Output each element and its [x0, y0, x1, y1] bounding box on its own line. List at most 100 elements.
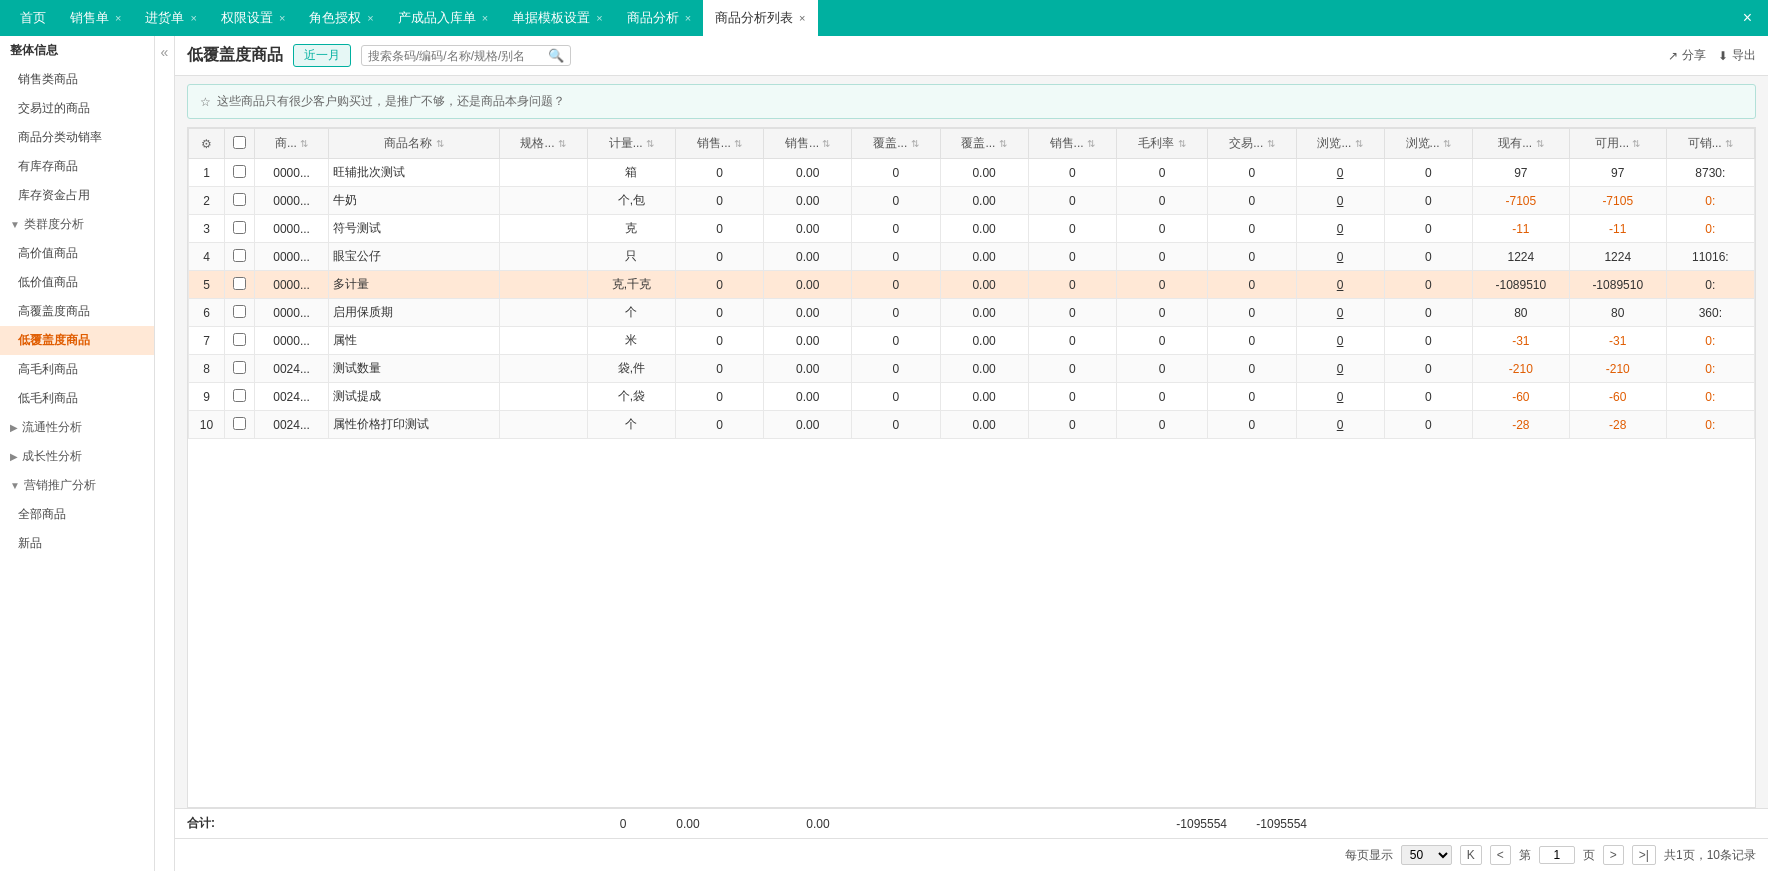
table-row[interactable]: 10 0024... 属性价格打印测试 个 0 0.00 0 0.00 0 0 … [189, 411, 1755, 439]
nav-permissions[interactable]: 权限设置 × [209, 0, 297, 36]
th-checkbox[interactable] [225, 129, 255, 159]
nav-analysis[interactable]: 商品分析 × [615, 0, 703, 36]
th-browse2[interactable]: 浏览... ⇅ [1384, 129, 1472, 159]
prev-page-button[interactable]: < [1490, 845, 1511, 865]
first-page-button[interactable]: K [1460, 845, 1482, 865]
table-row[interactable]: 1 0000... 旺辅批次测试 箱 0 0.00 0 0.00 0 0 0 0… [189, 159, 1755, 187]
sidebar-item-stock-capital[interactable]: 库存资金占用 [0, 181, 154, 210]
cell-checkbox[interactable] [225, 383, 255, 411]
th-cover1[interactable]: 覆盖... ⇅ [852, 129, 940, 159]
sidebar-section-overall[interactable]: 整体信息 [0, 36, 154, 65]
cell-name[interactable]: 多计量 [329, 271, 499, 299]
select-all-checkbox[interactable] [233, 136, 246, 149]
sidebar-group-flow[interactable]: ▶ 流通性分析 [0, 413, 154, 442]
cell-browse1[interactable]: 0 [1296, 355, 1384, 383]
cell-checkbox[interactable] [225, 299, 255, 327]
sidebar-item-category-rate[interactable]: 商品分类动销率 [0, 123, 154, 152]
table-row[interactable]: 5 0000... 多计量 克,千克 0 0.00 0 0.00 0 0 0 0… [189, 271, 1755, 299]
sidebar-item-high-coverage[interactable]: 高覆盖度商品 [0, 297, 154, 326]
nav-analysis-close[interactable]: × [685, 12, 691, 24]
cell-name[interactable]: 符号测试 [329, 215, 499, 243]
cell-name[interactable]: 测试提成 [329, 383, 499, 411]
sidebar-item-high-value[interactable]: 高价值商品 [0, 239, 154, 268]
cell-name[interactable]: 启用保质期 [329, 299, 499, 327]
search-box[interactable]: 🔍 [361, 45, 571, 66]
last-page-button[interactable]: >| [1632, 845, 1656, 865]
table-row[interactable]: 6 0000... 启用保质期 个 0 0.00 0 0.00 0 0 0 0 … [189, 299, 1755, 327]
nav-purchase-close[interactable]: × [190, 12, 196, 24]
search-input[interactable] [368, 49, 548, 63]
table-row[interactable]: 9 0024... 测试提成 个,袋 0 0.00 0 0.00 0 0 0 0… [189, 383, 1755, 411]
current-page-input[interactable] [1539, 846, 1575, 864]
row-checkbox[interactable] [233, 165, 246, 178]
cell-browse1[interactable]: 0 [1296, 243, 1384, 271]
row-checkbox[interactable] [233, 305, 246, 318]
th-trade[interactable]: 交易... ⇅ [1208, 129, 1296, 159]
cell-checkbox[interactable] [225, 327, 255, 355]
cell-name[interactable]: 牛奶 [329, 187, 499, 215]
nav-purchase[interactable]: 进货单 × [133, 0, 208, 36]
table-row[interactable]: 4 0000... 眼宝公仔 只 0 0.00 0 0.00 0 0 0 0 0… [189, 243, 1755, 271]
th-margin[interactable]: 毛利率 ⇅ [1116, 129, 1207, 159]
row-checkbox[interactable] [233, 277, 246, 290]
cell-browse1[interactable]: 0 [1296, 215, 1384, 243]
cell-name[interactable]: 眼宝公仔 [329, 243, 499, 271]
page-size-select[interactable]: 10 20 50 100 [1401, 845, 1452, 865]
th-stock-sale[interactable]: 可销... ⇅ [1666, 129, 1754, 159]
sidebar-item-high-margin[interactable]: 高毛利商品 [0, 355, 154, 384]
sidebar-group-quality[interactable]: ▼ 类群度分析 [0, 210, 154, 239]
nav-roles-close[interactable]: × [367, 12, 373, 24]
sidebar-item-low-coverage[interactable]: 低覆盖度商品 [0, 326, 154, 355]
th-sales3[interactable]: 销售... ⇅ [1028, 129, 1116, 159]
window-close-icon[interactable]: × [1735, 9, 1760, 27]
cell-browse1[interactable]: 0 [1296, 271, 1384, 299]
sidebar-group-growth[interactable]: ▶ 成长性分析 [0, 442, 154, 471]
th-sales-amt[interactable]: 销售... ⇅ [764, 129, 852, 159]
th-name[interactable]: 商品名称 ⇅ [329, 129, 499, 159]
nav-home[interactable]: 首页 [8, 0, 58, 36]
row-checkbox[interactable] [233, 389, 246, 402]
cell-checkbox[interactable] [225, 411, 255, 439]
th-cover2[interactable]: 覆盖... ⇅ [940, 129, 1028, 159]
cell-name[interactable]: 旺辅批次测试 [329, 159, 499, 187]
nav-permissions-close[interactable]: × [279, 12, 285, 24]
cell-browse1[interactable]: 0 [1296, 327, 1384, 355]
nav-analysis-list-close[interactable]: × [799, 12, 805, 24]
cell-browse1[interactable]: 0 [1296, 383, 1384, 411]
sidebar-collapse-btn[interactable]: « [155, 36, 175, 871]
table-row[interactable]: 8 0024... 测试数量 袋,件 0 0.00 0 0.00 0 0 0 0… [189, 355, 1755, 383]
nav-sales[interactable]: 销售单 × [58, 0, 133, 36]
sidebar-item-new-goods[interactable]: 新品 [0, 529, 154, 558]
cell-name[interactable]: 属性价格打印测试 [329, 411, 499, 439]
nav-production[interactable]: 产成品入库单 × [386, 0, 500, 36]
nav-production-close[interactable]: × [482, 12, 488, 24]
sidebar-item-all-goods[interactable]: 全部商品 [0, 500, 154, 529]
row-checkbox[interactable] [233, 193, 246, 206]
sidebar-item-traded-goods[interactable]: 交易过的商品 [0, 94, 154, 123]
cell-checkbox[interactable] [225, 355, 255, 383]
cell-browse1[interactable]: 0 [1296, 411, 1384, 439]
nav-analysis-list[interactable]: 商品分析列表 × [703, 0, 817, 36]
row-checkbox[interactable] [233, 361, 246, 374]
nav-roles[interactable]: 角色授权 × [297, 0, 385, 36]
row-checkbox[interactable] [233, 221, 246, 234]
row-checkbox[interactable] [233, 333, 246, 346]
sidebar-group-marketing[interactable]: ▼ 营销推广分析 [0, 471, 154, 500]
cell-browse1[interactable]: 0 [1296, 187, 1384, 215]
next-page-button[interactable]: > [1603, 845, 1624, 865]
cell-checkbox[interactable] [225, 187, 255, 215]
sidebar-item-low-value[interactable]: 低价值商品 [0, 268, 154, 297]
th-browse1[interactable]: 浏览... ⇅ [1296, 129, 1384, 159]
th-sales-qty[interactable]: 销售... ⇅ [675, 129, 763, 159]
cell-checkbox[interactable] [225, 215, 255, 243]
row-checkbox[interactable] [233, 249, 246, 262]
cell-checkbox[interactable] [225, 271, 255, 299]
sidebar-item-in-stock[interactable]: 有库存商品 [0, 152, 154, 181]
export-button[interactable]: ⬇ 导出 [1718, 47, 1756, 64]
th-spec[interactable]: 规格... ⇅ [499, 129, 587, 159]
period-button[interactable]: 近一月 [293, 44, 351, 67]
table-row[interactable]: 3 0000... 符号测试 克 0 0.00 0 0.00 0 0 0 0 0… [189, 215, 1755, 243]
table-row[interactable]: 2 0000... 牛奶 个,包 0 0.00 0 0.00 0 0 0 0 0… [189, 187, 1755, 215]
sidebar-item-sales-goods[interactable]: 销售类商品 [0, 65, 154, 94]
search-icon[interactable]: 🔍 [548, 48, 564, 63]
